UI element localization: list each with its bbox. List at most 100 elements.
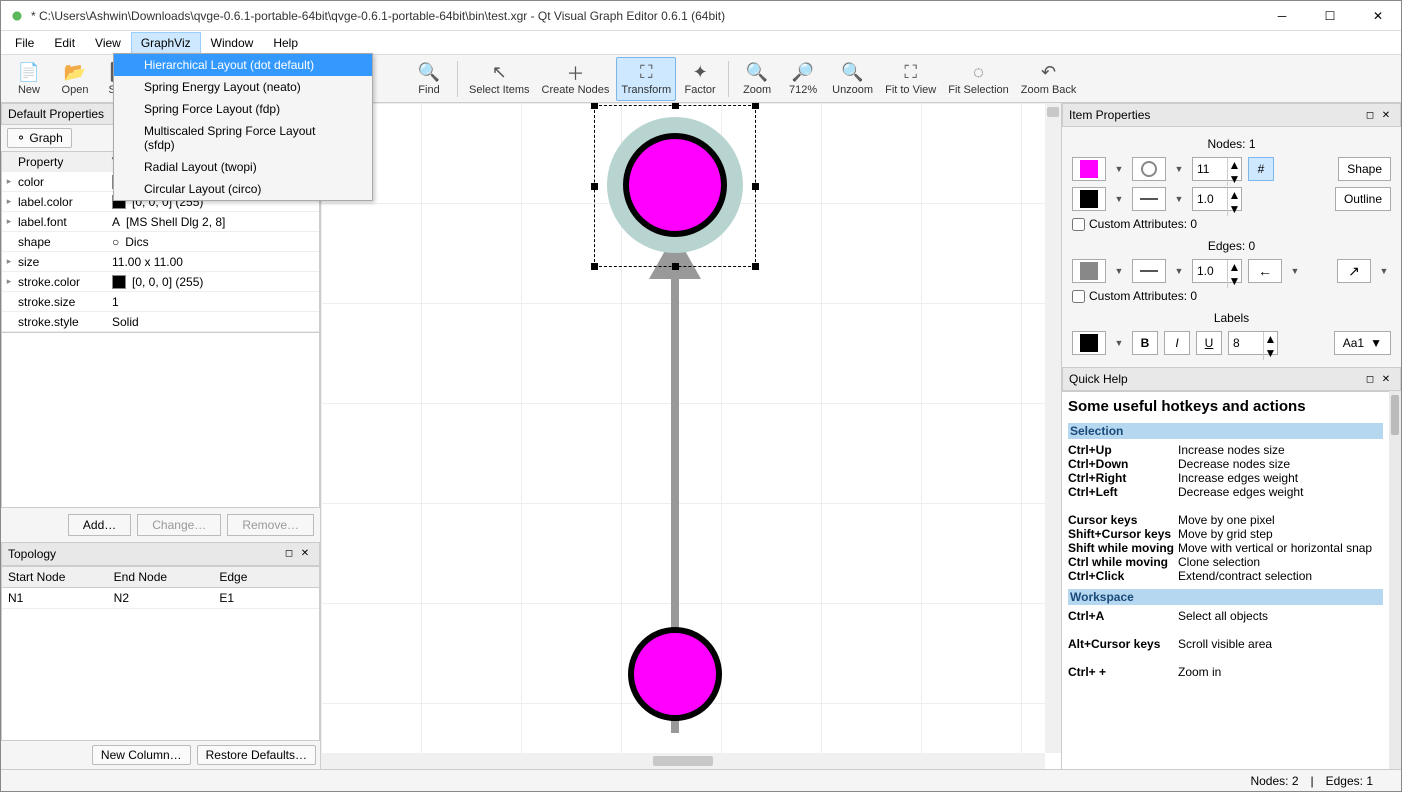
menu-view[interactable]: View [85, 32, 131, 54]
undock-icon[interactable]: ◻ [281, 546, 297, 562]
property-row[interactable]: stroke.styleSolid [2, 312, 319, 332]
spin-up-icon[interactable]: ▲ [1227, 260, 1241, 274]
edge-weight-spinner[interactable]: ▲▼ [1192, 259, 1242, 283]
shape-button[interactable]: Shape [1338, 157, 1391, 181]
close-panel-icon[interactable]: ✕ [297, 546, 313, 562]
custom-attr-edges-checkbox[interactable] [1072, 290, 1085, 303]
spin-up-icon[interactable]: ▲ [1263, 332, 1277, 346]
graph-tab-button[interactable]: ⚬ Graph [7, 128, 72, 148]
toolbar-factor[interactable]: ✦Factor [678, 57, 722, 101]
toolbar-open[interactable]: 📂Open [53, 57, 97, 101]
toolbar-zoom[interactable]: 🔍Zoom [735, 57, 779, 101]
minimize-button[interactable]: ─ [1267, 4, 1297, 28]
expander-icon[interactable]: ▸ [2, 176, 16, 187]
resize-handle-n[interactable] [672, 103, 679, 109]
edge-color-picker[interactable] [1072, 259, 1106, 283]
topology-header-end[interactable]: End Node [108, 567, 214, 587]
resize-handle-ne[interactable] [752, 103, 759, 109]
toolbar-unzoom[interactable]: 🔍Unzoom [827, 57, 878, 101]
toolbar-new[interactable]: 📄New [7, 57, 51, 101]
help-scroll-thumb[interactable] [1391, 395, 1399, 435]
topology-header-start[interactable]: Start Node [2, 567, 108, 587]
spin-down-icon[interactable]: ▼ [1227, 274, 1241, 288]
canvas-vscroll[interactable] [1045, 103, 1061, 753]
resize-handle-sw[interactable] [591, 263, 598, 270]
menu-hierarchical-layout[interactable]: Hierarchical Layout (dot default) [114, 54, 372, 76]
resize-handle-e[interactable] [752, 183, 759, 190]
dropdown-icon[interactable]: ▼ [1172, 194, 1186, 204]
resize-handle-nw[interactable] [591, 103, 598, 109]
menu-spring-force-layout[interactable]: Spring Force Layout (fdp) [114, 98, 372, 120]
custom-attr-nodes-checkbox[interactable] [1072, 218, 1085, 231]
expander-icon[interactable]: ▸ [2, 216, 16, 227]
font-size-spinner[interactable]: ▲▼ [1228, 331, 1278, 355]
expander-icon[interactable]: ▸ [2, 196, 16, 207]
toolbar-zoom-pct[interactable]: 🔎712% [781, 57, 825, 101]
menu-circular-layout[interactable]: Circular Layout (circo) [114, 178, 372, 200]
node-shape-picker[interactable] [1132, 157, 1166, 181]
menu-radial-layout[interactable]: Radial Layout (twopi) [114, 156, 372, 178]
dropdown-icon[interactable]: ▼ [1172, 266, 1186, 276]
node-stroke-style-picker[interactable] [1132, 187, 1166, 211]
node-fill-color-picker[interactable] [1072, 157, 1106, 181]
dropdown-icon[interactable]: ▼ [1112, 194, 1126, 204]
undock-icon[interactable]: ◻ [1362, 107, 1378, 123]
property-value[interactable]: 1 [108, 295, 319, 309]
italic-button[interactable]: I [1164, 331, 1190, 355]
label-color-picker[interactable] [1072, 331, 1106, 355]
help-vscroll[interactable] [1389, 391, 1401, 769]
expander-icon[interactable]: ▸ [2, 276, 16, 287]
property-value[interactable]: Solid [108, 315, 319, 329]
toolbar-transform[interactable]: ⛶Transform [616, 57, 676, 101]
node-stroke-color-picker[interactable] [1072, 187, 1106, 211]
topology-header-edge[interactable]: Edge [213, 567, 319, 587]
dropdown-icon[interactable]: ▼ [1172, 164, 1186, 174]
node-stroke-size-spinner[interactable]: ▲▼ [1192, 187, 1242, 211]
edge-arrow-picker[interactable]: ← [1248, 259, 1282, 283]
underline-button[interactable]: U [1196, 331, 1222, 355]
edge-style-picker[interactable] [1132, 259, 1166, 283]
graph-node-n2[interactable] [628, 627, 722, 721]
toolbar-zoom-back[interactable]: ↶Zoom Back [1016, 57, 1082, 101]
spin-up-icon[interactable]: ▲ [1227, 188, 1241, 202]
dropdown-icon[interactable]: ▼ [1112, 338, 1126, 348]
hscroll-thumb[interactable] [653, 756, 713, 766]
property-row[interactable]: ▸label.fontA[MS Shell Dlg 2, 8] [2, 212, 319, 232]
remove-property-button[interactable]: Remove… [227, 514, 314, 536]
graph-canvas[interactable] [321, 103, 1061, 769]
menu-multiscaled-spring-layout[interactable]: Multiscaled Spring Force Layout (sfdp) [114, 120, 372, 156]
vscroll-arrow-up[interactable] [1047, 107, 1059, 117]
property-value[interactable]: 11.00 x 11.00 [108, 255, 319, 269]
restore-defaults-button[interactable]: Restore Defaults… [197, 745, 316, 765]
new-column-button[interactable]: New Column… [92, 745, 191, 765]
add-property-button[interactable]: Add… [68, 514, 131, 536]
close-button[interactable]: ✕ [1363, 4, 1393, 28]
property-row[interactable]: ▸stroke.color[0, 0, 0] (255) [2, 272, 319, 292]
expander-icon[interactable]: ▸ [2, 256, 16, 267]
resize-handle-se[interactable] [752, 263, 759, 270]
bold-button[interactable]: B [1132, 331, 1158, 355]
toolbar-select[interactable]: ↖Select Items [464, 57, 535, 101]
menu-window[interactable]: Window [201, 32, 264, 54]
dropdown-icon[interactable]: ▼ [1112, 164, 1126, 174]
toolbar-create-nodes[interactable]: ＋Create Nodes [537, 57, 615, 101]
dropdown-icon[interactable]: ▼ [1112, 266, 1126, 276]
outline-button[interactable]: Outline [1335, 187, 1391, 211]
selection-box[interactable] [594, 105, 756, 267]
change-property-button[interactable]: Change… [137, 514, 221, 536]
dropdown-icon[interactable]: ▼ [1288, 266, 1302, 276]
spin-down-icon[interactable]: ▼ [1263, 346, 1277, 360]
menu-help[interactable]: Help [263, 32, 308, 54]
resize-handle-s[interactable] [672, 263, 679, 270]
close-panel-icon[interactable]: ✕ [1378, 107, 1394, 123]
font-family-select[interactable]: Aa1▼ [1334, 331, 1391, 355]
property-value[interactable]: A[MS Shell Dlg 2, 8] [108, 215, 319, 229]
toolbar-fit-selection[interactable]: ◌Fit Selection [943, 57, 1014, 101]
maximize-button[interactable]: ☐ [1315, 4, 1345, 28]
menu-graphviz[interactable]: GraphViz [131, 32, 201, 54]
close-panel-icon[interactable]: ✕ [1378, 371, 1394, 387]
property-row[interactable]: shape○Dics [2, 232, 319, 252]
node-size-spinner[interactable]: ▲▼ [1192, 157, 1242, 181]
canvas-hscroll[interactable] [321, 753, 1045, 769]
undock-icon[interactable]: ◻ [1362, 371, 1378, 387]
